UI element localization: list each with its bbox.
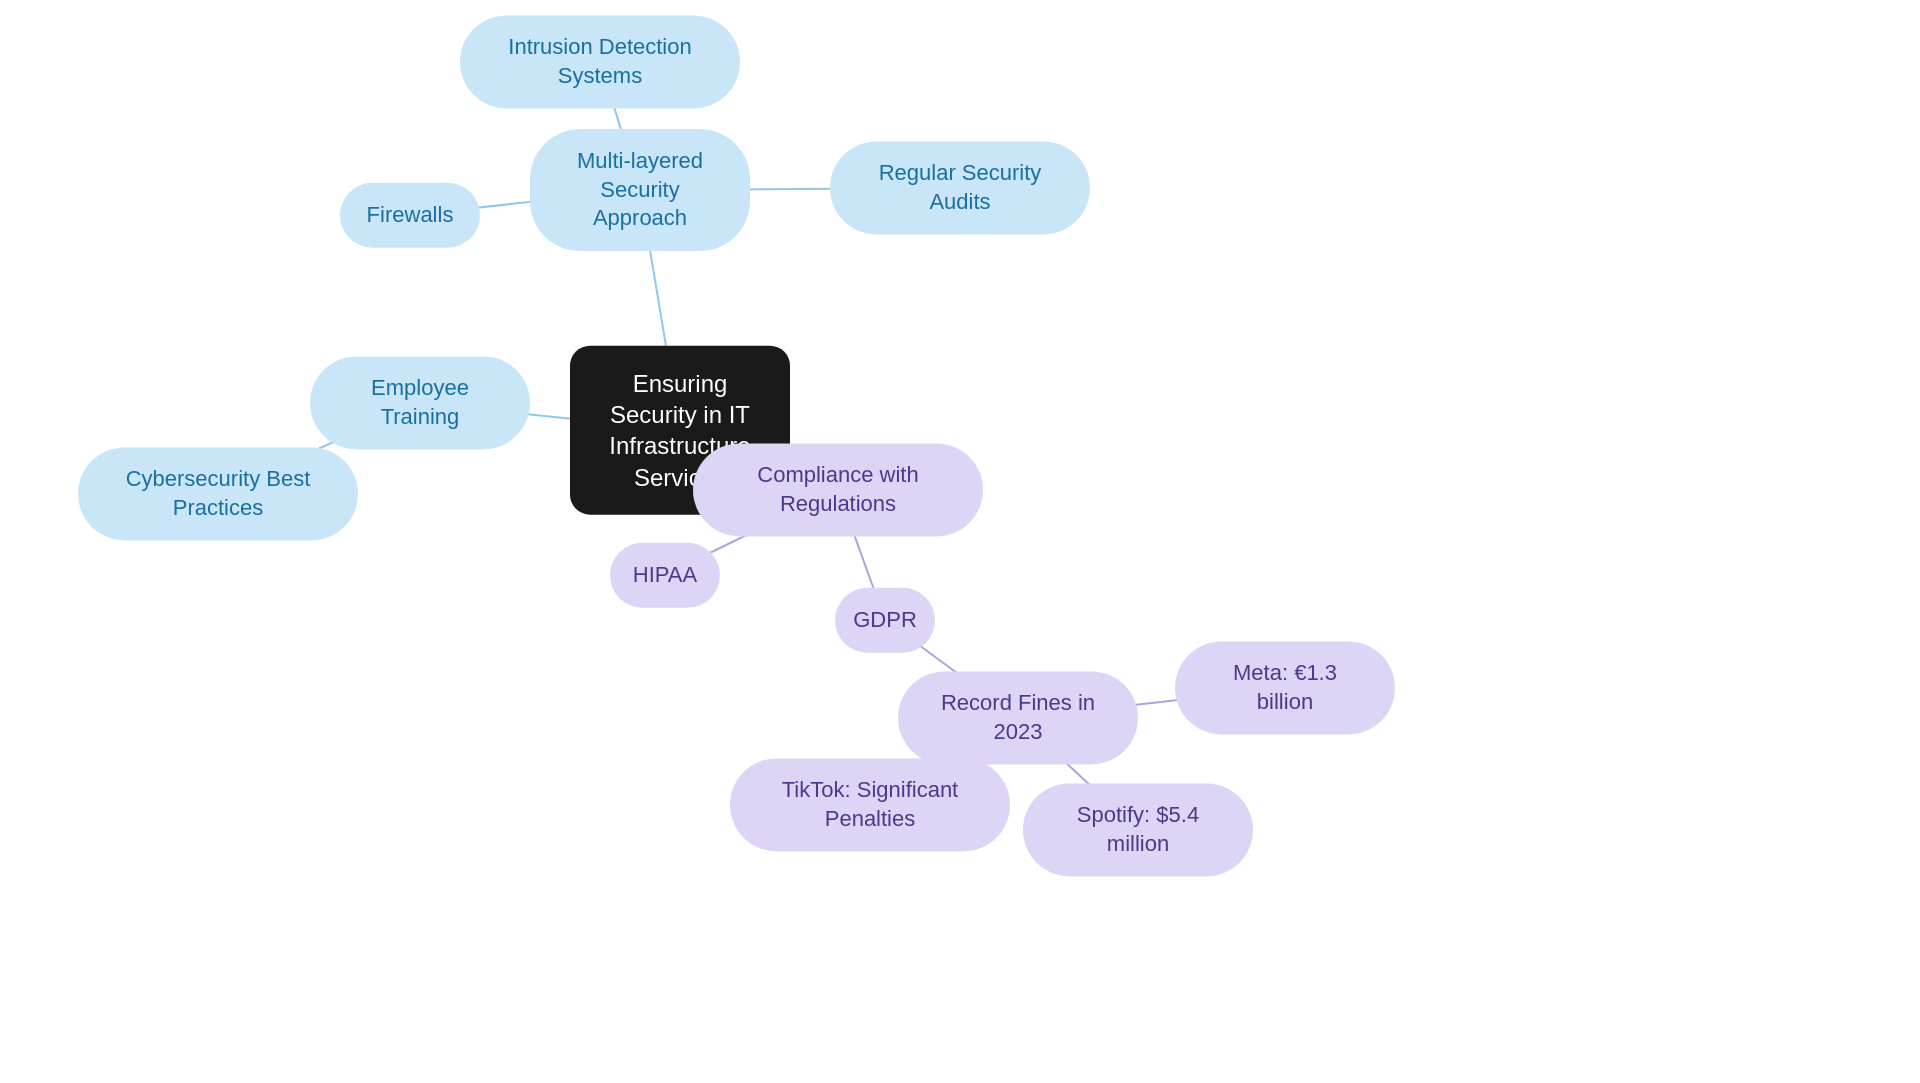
audits-node: Regular Security Audits xyxy=(830,141,1090,234)
meta-node: Meta: €1.3 billion xyxy=(1175,641,1395,734)
intrusion-node: Intrusion Detection Systems xyxy=(460,15,740,108)
compliance-node: Compliance with Regulations xyxy=(693,443,983,536)
gdpr-node: GDPR xyxy=(835,588,935,653)
cybersecurity-node: Cybersecurity Best Practices xyxy=(78,447,358,540)
firewalls-node: Firewalls xyxy=(340,183,480,248)
mind-map: Ensuring Security in IT Infrastructure S… xyxy=(0,0,1920,1083)
tiktok-node: TikTok: Significant Penalties xyxy=(730,758,1010,851)
record-fines-node: Record Fines in 2023 xyxy=(898,671,1138,764)
multilayered-node: Multi-layered Security Approach xyxy=(530,129,750,251)
hipaa-node: HIPAA xyxy=(610,543,720,608)
employee-node: Employee Training xyxy=(310,356,530,449)
spotify-node: Spotify: $5.4 million xyxy=(1023,783,1253,876)
